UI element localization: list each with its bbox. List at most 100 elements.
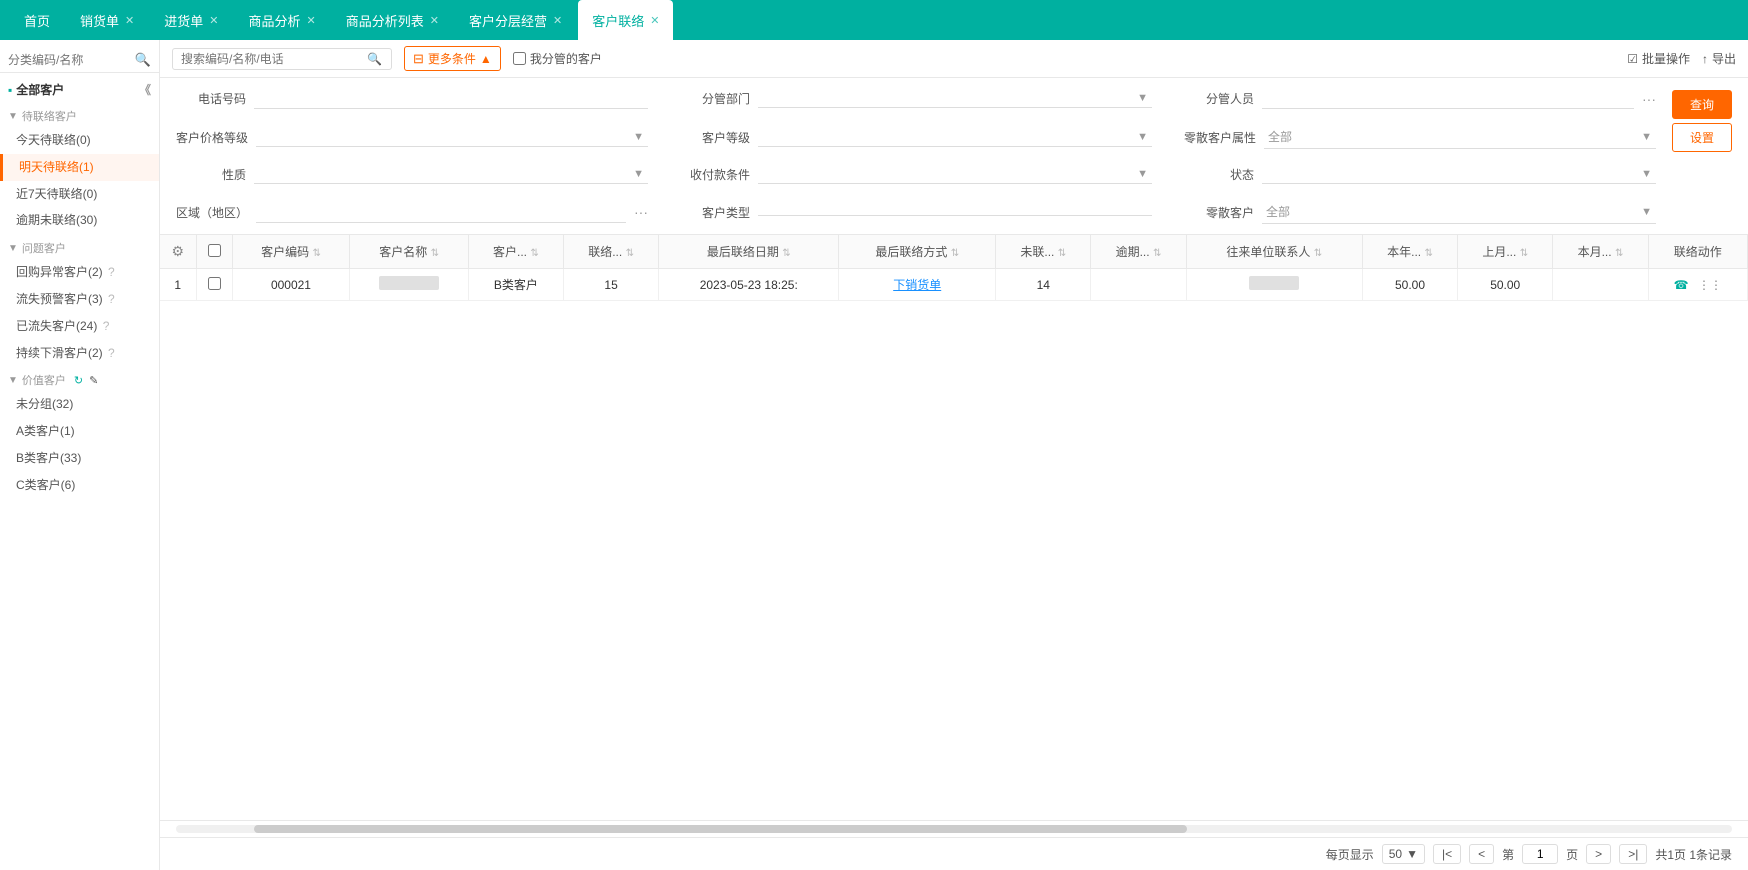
sidebar-item-today[interactable]: 今天待联络(0): [0, 127, 159, 154]
sidebar-item-a-class[interactable]: A类客户(1): [0, 418, 159, 445]
manager-dots-icon[interactable]: ···: [1642, 91, 1656, 107]
export-btn[interactable]: ↑ 导出: [1702, 50, 1736, 67]
scroll-thumb[interactable]: [254, 825, 1188, 833]
per-page-label: 每页显示: [1326, 846, 1374, 863]
sort-type-icon[interactable]: ⇅: [530, 248, 538, 259]
payment-label: 收付款条件: [680, 166, 750, 183]
my-customers-check[interactable]: [513, 52, 526, 65]
sidebar: 🔍 ▪ 全部客户 《 ▼ 待联络客户 今天待联络(0) 明天待联络(1) 近7天…: [0, 40, 160, 870]
nav-customer-tier[interactable]: 客户分层经营 ✕: [455, 0, 576, 40]
sidebar-item-7days[interactable]: 近7天待联络(0): [0, 181, 159, 208]
nav-sales[interactable]: 销货单 ✕: [66, 0, 148, 40]
per-page-select[interactable]: 50 ▼: [1382, 844, 1425, 864]
nav-customer-contact[interactable]: 客户联络 ✕: [578, 0, 673, 40]
td-checkbox: [196, 269, 232, 301]
search-icon[interactable]: 🔍: [367, 52, 382, 66]
settings-button[interactable]: 设置: [1672, 123, 1732, 152]
help-icon-0[interactable]: ?: [108, 265, 115, 279]
edit-value-icon[interactable]: ✎: [89, 374, 98, 387]
sort-last-month-icon[interactable]: ⇅: [1520, 248, 1528, 259]
query-button[interactable]: 查询: [1672, 90, 1732, 119]
th-gear: ⚙: [160, 235, 196, 269]
customer-level-select[interactable]: ▼: [758, 128, 1152, 147]
customer-type-select[interactable]: [758, 209, 1152, 216]
page-number-input[interactable]: [1522, 844, 1558, 864]
close-customer-tier-icon[interactable]: ✕: [553, 14, 562, 27]
row-checkbox[interactable]: [208, 277, 221, 290]
sidebar-item-declining[interactable]: 持续下滑客户(2) ?: [0, 340, 159, 367]
nav-home[interactable]: 首页: [10, 0, 64, 40]
manager-input[interactable]: [1262, 88, 1634, 109]
sidebar-problem-group: ▼ 问题客户: [0, 234, 159, 259]
retail-attr-select[interactable]: 全部 ▼: [1264, 125, 1656, 149]
sidebar-item-ungrouped[interactable]: 未分组(32): [0, 391, 159, 418]
close-goods-analysis-icon[interactable]: ✕: [307, 14, 316, 27]
close-purchase-icon[interactable]: ✕: [209, 14, 218, 27]
per-page-arrow: ▼: [1406, 847, 1418, 861]
sidebar-item-abnormal-repurchase[interactable]: 回购异常客户(2) ?: [0, 259, 159, 286]
sort-year-icon[interactable]: ⇅: [1424, 248, 1432, 259]
sort-not-contacted-icon[interactable]: ⇅: [1058, 248, 1066, 259]
price-level-label: 客户价格等级: [176, 129, 248, 146]
status-select[interactable]: ▼: [1262, 165, 1656, 184]
next-page-btn[interactable]: >: [1586, 844, 1611, 864]
nav-goods-analysis[interactable]: 商品分析 ✕: [234, 0, 329, 40]
sort-contact-icon[interactable]: ⇅: [626, 248, 634, 259]
sort-name-icon[interactable]: ⇅: [431, 248, 439, 259]
payment-select[interactable]: ▼: [758, 165, 1152, 184]
sidebar-item-c-class[interactable]: C类客户(6): [0, 472, 159, 499]
top-navigation: 首页 销货单 ✕ 进货单 ✕ 商品分析 ✕ 商品分析列表 ✕ 客户分层经营 ✕ …: [0, 0, 1748, 40]
price-level-select[interactable]: ▼: [256, 128, 648, 147]
sidebar-item-tomorrow[interactable]: 明天待联络(1): [0, 154, 159, 181]
sidebar-item-churned[interactable]: 已流失客户(24) ?: [0, 313, 159, 340]
table-footer: 每页显示 50 ▼ |< < 第 页 > >| 共1页 1条记录: [160, 837, 1748, 870]
batch-op-btn[interactable]: ☑ 批量操作: [1627, 50, 1690, 67]
help-icon-1[interactable]: ?: [108, 292, 115, 306]
sidebar-item-churn-warning[interactable]: 流失预警客户(3) ?: [0, 286, 159, 313]
sort-overdue-icon[interactable]: ⇅: [1153, 248, 1161, 259]
th-last-contact-method: 最后联络方式 ⇅: [839, 235, 996, 269]
dept-select[interactable]: ▼: [758, 89, 1152, 108]
sidebar-item-b-class[interactable]: B类客户(33): [0, 445, 159, 472]
sidebar-search-icon[interactable]: 🔍: [135, 52, 151, 68]
search-input[interactable]: [181, 52, 361, 66]
prev-page-btn[interactable]: <: [1469, 844, 1494, 864]
th-this-year: 本年... ⇅: [1362, 235, 1457, 269]
close-sales-icon[interactable]: ✕: [125, 14, 134, 27]
nav-purchase[interactable]: 进货单 ✕: [150, 0, 232, 40]
sort-person-icon[interactable]: ⇅: [1314, 248, 1322, 259]
sort-date-icon[interactable]: ⇅: [782, 248, 790, 259]
action-phone-icon[interactable]: ☎: [1674, 278, 1689, 292]
sidebar-search-input[interactable]: [8, 53, 135, 67]
retail-customer-select[interactable]: 全部 ▼: [1262, 200, 1656, 224]
sidebar-value-group: ▼ 价值客户 ↻ ✎: [0, 366, 159, 391]
close-goods-analysis-list-icon[interactable]: ✕: [430, 14, 439, 27]
refresh-value-icon[interactable]: ↻: [74, 374, 83, 387]
help-icon-2[interactable]: ?: [103, 319, 110, 333]
sort-code-icon[interactable]: ⇅: [312, 248, 320, 259]
td-type: B类客户: [468, 269, 563, 301]
help-icon-3[interactable]: ?: [108, 346, 115, 360]
region-input[interactable]: [256, 202, 626, 223]
sidebar-all-customers[interactable]: ▪ 全部客户 《: [0, 77, 159, 102]
td-this-month: [1553, 269, 1648, 301]
sort-method-icon[interactable]: ⇅: [951, 248, 959, 259]
close-customer-contact-icon[interactable]: ✕: [650, 14, 659, 27]
column-settings-icon[interactable]: ⚙: [171, 243, 184, 259]
th-overdue: 逾期... ⇅: [1091, 235, 1186, 269]
last-page-btn[interactable]: >|: [1619, 844, 1647, 864]
region-dots-icon[interactable]: ···: [634, 204, 648, 220]
last-method-link[interactable]: 下销货单: [893, 278, 941, 292]
sidebar-item-overdue[interactable]: 逾期未联络(30): [0, 207, 159, 234]
my-customers-checkbox[interactable]: 我分管的客户: [513, 50, 602, 67]
gender-select[interactable]: ▼: [254, 165, 648, 184]
sort-this-month-icon[interactable]: ⇅: [1615, 248, 1623, 259]
dept-arrow-icon: ▼: [1137, 92, 1148, 104]
more-conditions-btn[interactable]: ⊟ 更多条件 ▲: [404, 46, 501, 71]
nav-goods-analysis-list[interactable]: 商品分析列表 ✕: [332, 0, 453, 40]
select-all-checkbox[interactable]: [208, 244, 221, 257]
action-more-icon[interactable]: ⋮⋮: [1698, 278, 1722, 292]
first-page-btn[interactable]: |<: [1433, 844, 1461, 864]
td-contact-count: 15: [563, 269, 658, 301]
phone-input[interactable]: [254, 88, 648, 109]
